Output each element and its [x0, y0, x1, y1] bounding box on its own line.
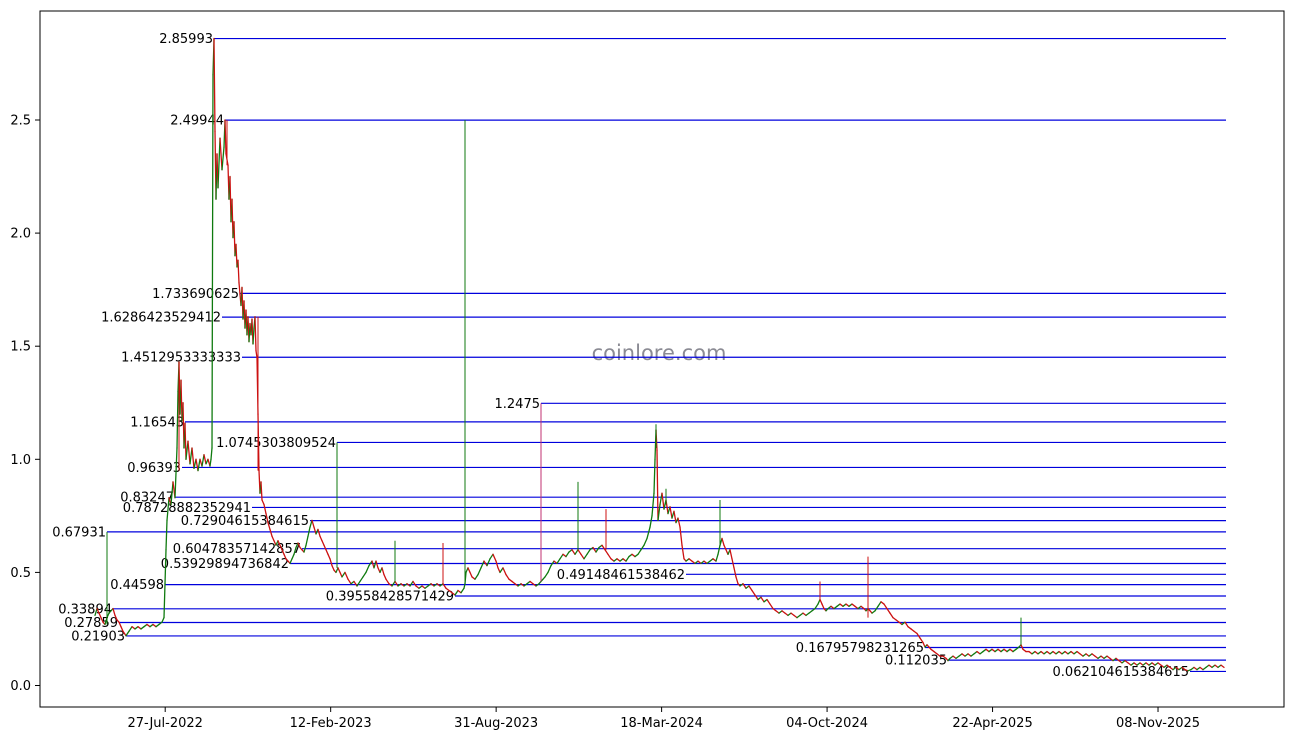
price-chart: 0.0 0.5 1.0 1.5 2.0 2.5 27-Jul-2022 12-Feb-2023…: [10, 10, 1285, 731]
chart-figure: 0.0 0.5 1.0 1.5 2.0 2.5 27-Jul-2022 12-Feb-2023…: [0, 0, 1291, 736]
level-label: 2.85993: [159, 32, 213, 47]
level-label: 0.96393: [127, 461, 181, 476]
x-tick-label: 27-Jul-2022: [127, 716, 202, 731]
level-label: 1.16543: [130, 415, 184, 430]
y-tick-label: 0.0: [10, 679, 31, 694]
level-label: 1.6286423529412: [101, 311, 221, 326]
level-label: 1.4512953333333: [121, 351, 241, 366]
y-tick-label: 2.0: [10, 227, 31, 242]
y-tick-label: 1.5: [10, 340, 31, 355]
level-label: 0.39558428571429: [326, 590, 454, 605]
x-tick-label: 31-Aug-2023: [454, 716, 538, 731]
level-label: 1.733690625: [152, 287, 239, 302]
watermark: coinlore.com: [592, 341, 727, 365]
x-tick-label: 18-Mar-2024: [620, 716, 703, 731]
level-label: 1.2475: [495, 397, 541, 412]
x-tick-label: 22-Apr-2025: [952, 716, 1032, 731]
y-tick-label: 2.5: [10, 114, 31, 129]
level-label: 2.49944: [170, 114, 224, 129]
level-label: 0.67931: [52, 525, 106, 540]
level-label: 0.49148461538462: [557, 568, 685, 583]
x-tick-label: 04-Oct-2024: [786, 716, 868, 731]
y-tick-label: 1.0: [10, 453, 31, 468]
y-tick-label: 0.5: [10, 566, 31, 581]
level-label: 0.21903: [71, 629, 125, 644]
level-label: 0.062104615384615: [1053, 665, 1189, 680]
level-label: 0.53929894736842: [161, 557, 289, 572]
level-label: 0.72904615384615: [181, 514, 309, 529]
x-tick-label: 08-Nov-2025: [1116, 716, 1200, 731]
level-label: 0.112035: [885, 654, 947, 669]
level-label: 0.44598: [110, 578, 164, 593]
level-label: 1.0745303809524: [216, 436, 336, 451]
x-tick-label: 12-Feb-2023: [290, 716, 372, 731]
